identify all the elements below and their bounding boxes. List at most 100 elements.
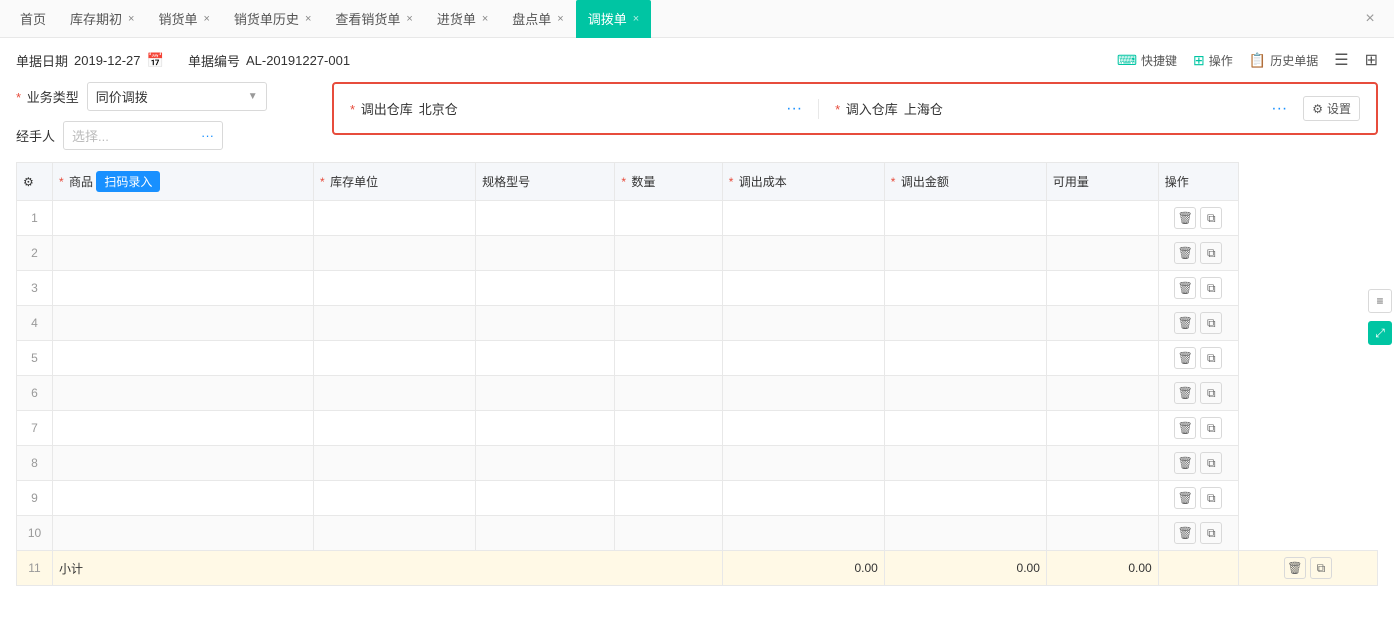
history-button[interactable]: 📋 历史单据 xyxy=(1249,52,1318,69)
copy-row-2-icon[interactable]: ⧉ xyxy=(1200,242,1222,264)
row-product-10[interactable] xyxy=(53,516,314,551)
row-unit-5[interactable] xyxy=(314,341,476,376)
row-spec-9[interactable] xyxy=(476,481,615,516)
calendar-icon[interactable]: 📅 xyxy=(147,52,164,69)
row-cost-6[interactable] xyxy=(722,376,884,411)
row-spec-6[interactable] xyxy=(476,376,615,411)
business-type-select[interactable]: 同价调拨 ▼ xyxy=(87,82,267,111)
copy-row-6-icon[interactable]: ⧉ xyxy=(1200,382,1222,404)
row-spec-2[interactable] xyxy=(476,236,615,271)
row-product-6[interactable] xyxy=(53,376,314,411)
out-warehouse-more-icon[interactable]: ··· xyxy=(786,100,802,118)
tab-sales-order-close[interactable]: × xyxy=(203,13,209,25)
row-cost-4[interactable] xyxy=(722,306,884,341)
copy-row-9-icon[interactable]: ⧉ xyxy=(1200,487,1222,509)
delete-row-9-icon[interactable]: 🗑 xyxy=(1174,487,1196,509)
row-product-7[interactable] xyxy=(53,411,314,446)
tab-inventory-init[interactable]: 库存期初 × xyxy=(58,0,146,38)
scan-entry-button[interactable]: 扫码录入 xyxy=(96,171,160,192)
setting-button[interactable]: ⚙ 设置 xyxy=(1303,96,1360,121)
row-qty-3[interactable] xyxy=(615,271,722,306)
row-amount-8[interactable] xyxy=(884,446,1046,481)
delete-row-10-icon[interactable]: 🗑 xyxy=(1174,522,1196,544)
tab-transfer-order-close[interactable]: × xyxy=(633,13,639,25)
copy-row-7-icon[interactable]: ⧉ xyxy=(1200,417,1222,439)
row-product-2[interactable] xyxy=(53,236,314,271)
row-spec-4[interactable] xyxy=(476,306,615,341)
delete-icon[interactable]: 🗑 xyxy=(1284,557,1306,579)
row-qty-9[interactable] xyxy=(615,481,722,516)
copy-row-1-icon[interactable]: ⧉ xyxy=(1200,207,1222,229)
operation-button[interactable]: ⊞ 操作 xyxy=(1193,52,1233,69)
row-cost-9[interactable] xyxy=(722,481,884,516)
row-qty-7[interactable] xyxy=(615,411,722,446)
row-qty-5[interactable] xyxy=(615,341,722,376)
sidebar-list-button[interactable]: ≡ xyxy=(1368,289,1392,313)
row-cost-7[interactable] xyxy=(722,411,884,446)
row-amount-1[interactable] xyxy=(884,201,1046,236)
row-unit-7[interactable] xyxy=(314,411,476,446)
row-qty-10[interactable] xyxy=(615,516,722,551)
row-spec-1[interactable] xyxy=(476,201,615,236)
copy-row-4-icon[interactable]: ⧉ xyxy=(1200,312,1222,334)
row-product-3[interactable] xyxy=(53,271,314,306)
row-product-4[interactable] xyxy=(53,306,314,341)
row-cost-5[interactable] xyxy=(722,341,884,376)
row-qty-2[interactable] xyxy=(615,236,722,271)
delete-row-6-icon[interactable]: 🗑 xyxy=(1174,382,1196,404)
tab-view-sales-close[interactable]: × xyxy=(406,13,412,25)
tab-home[interactable]: 首页 xyxy=(8,0,58,38)
row-unit-8[interactable] xyxy=(314,446,476,481)
tab-view-sales[interactable]: 查看销货单 × xyxy=(323,0,424,38)
row-spec-10[interactable] xyxy=(476,516,615,551)
row-product-5[interactable] xyxy=(53,341,314,376)
row-amount-9[interactable] xyxy=(884,481,1046,516)
delete-row-2-icon[interactable]: 🗑 xyxy=(1174,242,1196,264)
row-spec-5[interactable] xyxy=(476,341,615,376)
tab-sales-order[interactable]: 销货单 × xyxy=(146,0,221,38)
row-unit-2[interactable] xyxy=(314,236,476,271)
row-unit-10[interactable] xyxy=(314,516,476,551)
row-spec-8[interactable] xyxy=(476,446,615,481)
row-unit-6[interactable] xyxy=(314,376,476,411)
copy-row-3-icon[interactable]: ⧉ xyxy=(1200,277,1222,299)
tab-inventory-check-close[interactable]: × xyxy=(557,13,563,25)
row-product-9[interactable] xyxy=(53,481,314,516)
row-qty-4[interactable] xyxy=(615,306,722,341)
delete-row-3-icon[interactable]: 🗑 xyxy=(1174,277,1196,299)
row-product-1[interactable] xyxy=(53,201,314,236)
row-cost-10[interactable] xyxy=(722,516,884,551)
tab-inventory-init-close[interactable]: × xyxy=(128,13,134,25)
row-unit-3[interactable] xyxy=(314,271,476,306)
tab-sales-history-close[interactable]: × xyxy=(305,13,311,25)
row-amount-10[interactable] xyxy=(884,516,1046,551)
tab-purchase-order-close[interactable]: × xyxy=(482,13,488,25)
row-amount-6[interactable] xyxy=(884,376,1046,411)
person-select[interactable]: 选择... ··· xyxy=(63,121,223,150)
sidebar-expand-button[interactable]: ⤢ xyxy=(1368,321,1392,345)
delete-row-8-icon[interactable]: 🗑 xyxy=(1174,452,1196,474)
row-cost-8[interactable] xyxy=(722,446,884,481)
copy-row-5-icon[interactable]: ⧉ xyxy=(1200,347,1222,369)
tab-inventory-check[interactable]: 盘点单 × xyxy=(500,0,575,38)
row-unit-1[interactable] xyxy=(314,201,476,236)
col-gear-header[interactable]: ⚙ xyxy=(17,163,53,201)
row-unit-9[interactable] xyxy=(314,481,476,516)
row-spec-7[interactable] xyxy=(476,411,615,446)
row-qty-8[interactable] xyxy=(615,446,722,481)
tab-transfer-order[interactable]: 调拨单 × xyxy=(576,0,651,38)
shortcut-button[interactable]: ⌨ 快捷键 xyxy=(1117,52,1177,69)
in-warehouse-more-icon[interactable]: ··· xyxy=(1271,100,1287,118)
row-qty-1[interactable] xyxy=(615,201,722,236)
tab-sales-history[interactable]: 销货单历史 × xyxy=(222,0,323,38)
row-amount-4[interactable] xyxy=(884,306,1046,341)
row-product-8[interactable] xyxy=(53,446,314,481)
row-amount-3[interactable] xyxy=(884,271,1046,306)
delete-row-7-icon[interactable]: 🗑 xyxy=(1174,417,1196,439)
row-cost-3[interactable] xyxy=(722,271,884,306)
copy-row-10-icon[interactable]: ⧉ xyxy=(1200,522,1222,544)
copy-icon[interactable]: ⧉ xyxy=(1310,557,1332,579)
person-more-icon[interactable]: ··· xyxy=(201,128,214,143)
layout-list-button[interactable]: ☰ xyxy=(1334,50,1348,70)
row-amount-2[interactable] xyxy=(884,236,1046,271)
